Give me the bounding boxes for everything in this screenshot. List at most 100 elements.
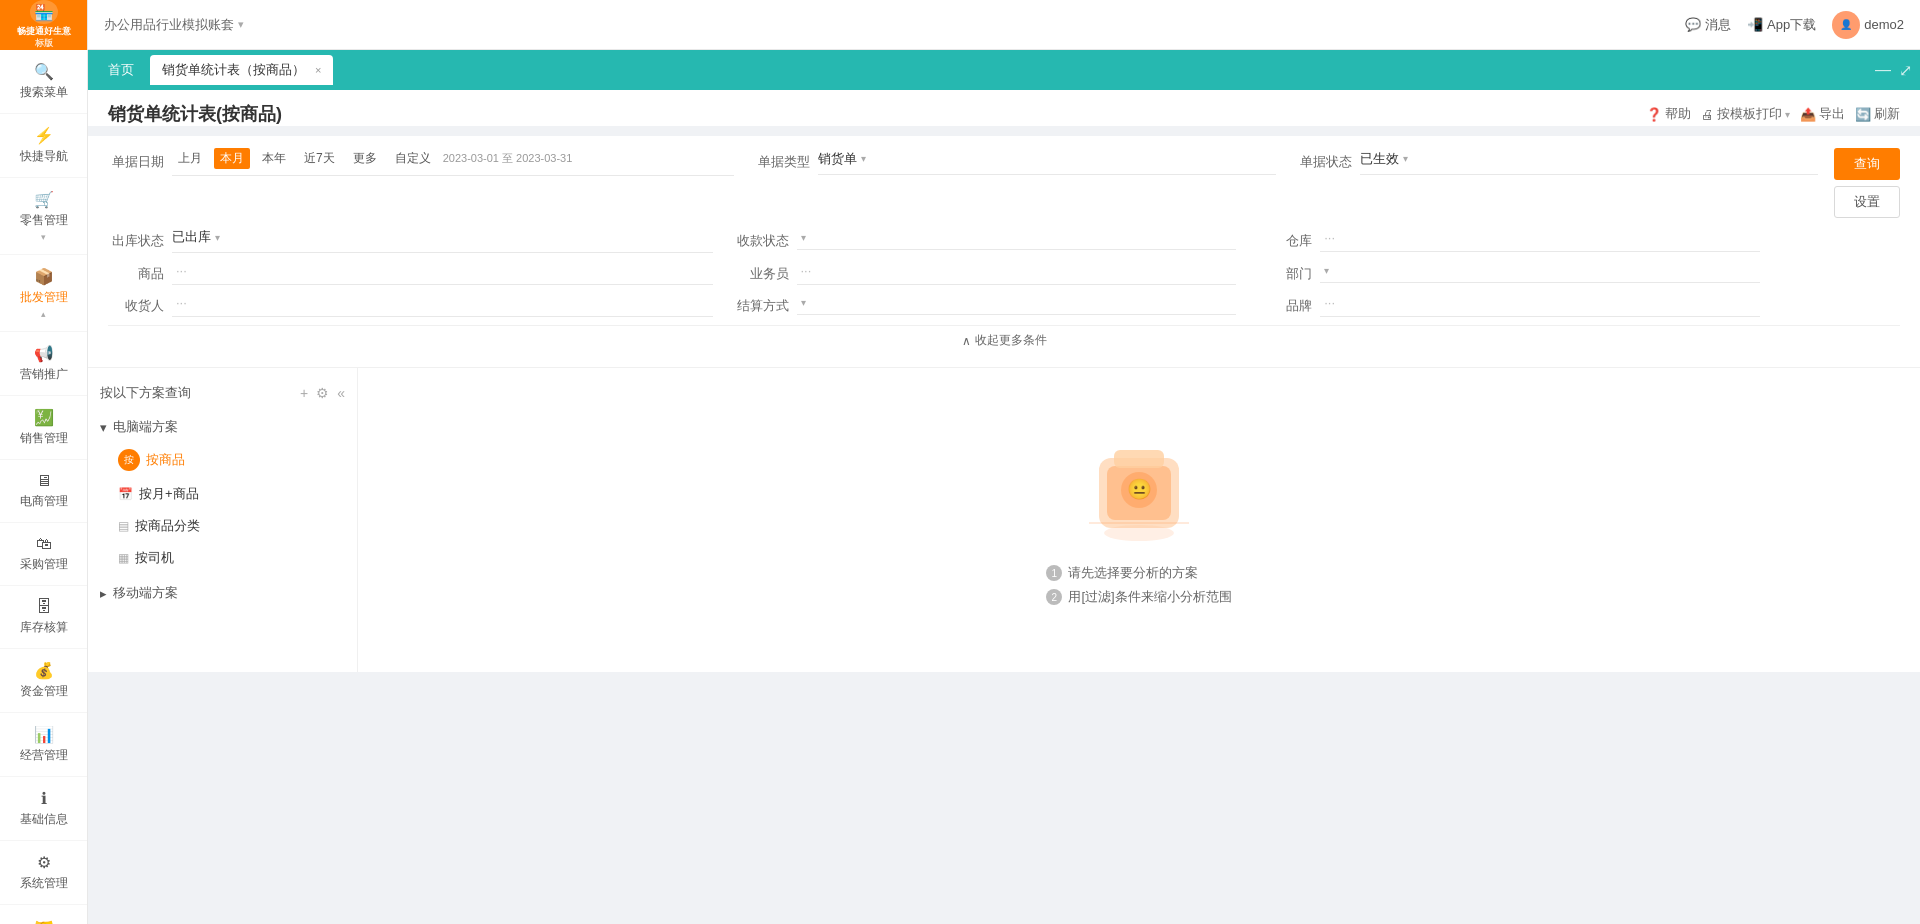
scheme-mobile-label: 移动端方案 [113,584,178,602]
sidebar-item-operations[interactable]: 📊 经营管理 [0,713,87,777]
panel-settings-btn[interactable]: ⚙ [316,385,329,401]
sidebar-operations-label: 经营管理 [20,747,68,764]
query-button[interactable]: 查询 [1834,148,1900,180]
scheme-pc-title[interactable]: ▾ 电脑端方案 [88,412,357,442]
dept-dropdown[interactable]: ▾ [1320,265,1329,276]
panel-collapse-btn[interactable]: « [337,385,345,401]
collect-status-dropdown[interactable]: ▾ [797,232,806,243]
sidebar-item-search[interactable]: 🔍 搜索菜单 [0,50,87,114]
industry-selector[interactable]: 办公用品行业模拟账套 ▾ [104,16,244,34]
enterprise-icon: 🤝 [34,917,54,924]
message-btn[interactable]: 💬 消息 [1685,16,1731,34]
download-icon: 📲 [1747,17,1763,32]
collect-status-arrow: ▾ [801,232,806,243]
sidebar-item-retail[interactable]: 🛒 零售管理 ▾ [0,178,87,255]
help-btn[interactable]: ❓ 帮助 [1646,105,1691,123]
retail-arrow: ▾ [41,232,46,242]
sidebar-item-ecommerce[interactable]: 🖥 电商管理 [0,460,87,523]
date-tag-last-month[interactable]: 上月 [172,148,208,169]
tab-close-btn[interactable]: × [315,64,321,76]
help-icon: ❓ [1646,107,1662,122]
scheme-item-by-goods[interactable]: 按 按商品 [88,442,357,478]
brand-dots[interactable]: ··· [1324,295,1335,310]
export-icon: 📤 [1800,107,1816,122]
print-btn[interactable]: 🖨 按模板打印 ▾ [1701,105,1790,123]
date-tag-7days[interactable]: 近7天 [298,148,341,169]
hint-num-1: 1 [1046,565,1062,581]
warehouse-label: 仓库 [1256,232,1312,250]
tab-maximize-btn[interactable]: ⤢ [1899,61,1912,80]
refresh-icon: 🔄 [1855,107,1871,122]
receiver-dots[interactable]: ··· [176,295,187,310]
out-status-dropdown[interactable]: 已出库 ▾ [172,228,220,246]
app-download-btn[interactable]: 📲 App下载 [1747,16,1816,34]
tab-minimize-btn[interactable]: — [1875,61,1891,79]
date-control: 上月 本月 本年 近7天 更多 自定义 2023-03-01 至 2023-03… [172,148,734,176]
quicknav-icon: ⚡ [34,126,54,145]
message-icon: 💬 [1685,17,1701,32]
scheme-mobile-title[interactable]: ▸ 移动端方案 [88,578,357,608]
svg-text:😐: 😐 [1127,477,1152,501]
left-panel: 按以下方案查询 + ⚙ « ▾ 电脑端方案 按 [88,368,358,672]
doc-status-dropdown[interactable]: 已生效 ▾ [1360,150,1408,168]
sales-icon: 💹 [34,408,54,427]
ecommerce-icon: 🖥 [36,472,52,490]
out-status-value: 已出库 [172,228,211,246]
goods-dots[interactable]: ··· [176,263,187,278]
sidebar-item-marketing[interactable]: 📢 营销推广 [0,332,87,396]
scheme-active-circle: 按 [118,449,140,471]
app-logo[interactable]: 🏪 畅捷通好生意 标版 [0,0,87,50]
tab-active[interactable]: 销货单统计表（按商品） × [150,55,333,85]
scheme-by-month-goods-label: 按月+商品 [139,485,199,503]
sidebar-basic-label: 基础信息 [20,811,68,828]
collapse-button[interactable]: ∧ 收起更多条件 [108,325,1900,355]
salesman-control: ··· [797,263,1237,285]
empty-state: 😐 1 请先选择要分析的方案 [358,368,1920,672]
scheme-by-goods-label: 按商品 [146,451,185,469]
settings-button[interactable]: 设置 [1834,186,1900,218]
sidebar-item-system[interactable]: ⚙ 系统管理 [0,841,87,905]
scheme-pc-arrow: ▾ [100,420,107,435]
page-actions: ❓ 帮助 🖨 按模板打印 ▾ 📤 导出 🔄 刷新 [1646,105,1900,123]
filter-goods: 商品 ··· [108,263,713,285]
doc-type-dropdown[interactable]: 销货单 ▾ [818,150,866,168]
finance-icon: 💰 [34,661,54,680]
sidebar-item-wholesale[interactable]: 📦 批发管理 ▴ [0,255,87,332]
sidebar-item-basic[interactable]: ℹ 基础信息 [0,777,87,841]
sidebar-item-finance[interactable]: 💰 资金管理 [0,649,87,713]
date-tag-more[interactable]: 更多 [347,148,383,169]
date-tag-this-month[interactable]: 本月 [214,148,250,169]
top-header: 办公用品行业模拟账套 ▾ 💬 消息 📲 App下载 👤 demo2 [88,0,1920,50]
tab-home[interactable]: 首页 [96,55,146,85]
export-btn[interactable]: 📤 导出 [1800,105,1845,123]
wholesale-arrow: ▴ [41,309,46,319]
sidebar-item-purchase[interactable]: 🛍 采购管理 [0,523,87,586]
date-tag-this-year[interactable]: 本年 [256,148,292,169]
payment-dropdown[interactable]: ▾ [797,297,806,308]
brand-control: ··· [1320,295,1760,317]
doc-type-label: 单据类型 [754,153,810,171]
salesman-dots[interactable]: ··· [801,263,812,278]
scheme-item-by-month-goods[interactable]: 📅 按月+商品 [88,478,357,510]
sidebar-item-sales[interactable]: 💹 销售管理 [0,396,87,460]
sidebar-quicknav-label: 快捷导航 [20,148,68,165]
user-info[interactable]: 👤 demo2 [1832,11,1904,39]
collect-status-label: 收款状态 [733,232,789,250]
filter-dept: 部门 ▾ [1256,265,1760,283]
user-name: demo2 [1864,17,1904,32]
scheme-item-by-driver[interactable]: ▦ 按司机 [88,542,357,574]
sidebar-item-inventory[interactable]: 🗄 库存核算 [0,586,87,649]
panel-add-btn[interactable]: + [300,385,308,401]
warehouse-dots[interactable]: ··· [1324,230,1335,245]
content-panel: 按以下方案查询 + ⚙ « ▾ 电脑端方案 按 [88,368,1920,672]
scheme-item-by-category[interactable]: ▤ 按商品分类 [88,510,357,542]
salesman-label: 业务员 [733,265,789,283]
sidebar-item-enterprise[interactable]: 🤝 企业协同 [0,905,87,924]
refresh-btn[interactable]: 🔄 刷新 [1855,105,1900,123]
sidebar-item-quicknav[interactable]: ⚡ 快捷导航 [0,114,87,178]
sidebar-purchase-label: 采购管理 [20,556,68,573]
app-download-label: App下载 [1767,16,1816,34]
filter-salesman: 业务员 ··· [733,263,1237,285]
date-tag-custom[interactable]: 自定义 [389,148,437,169]
hint-num-2: 2 [1046,589,1062,605]
